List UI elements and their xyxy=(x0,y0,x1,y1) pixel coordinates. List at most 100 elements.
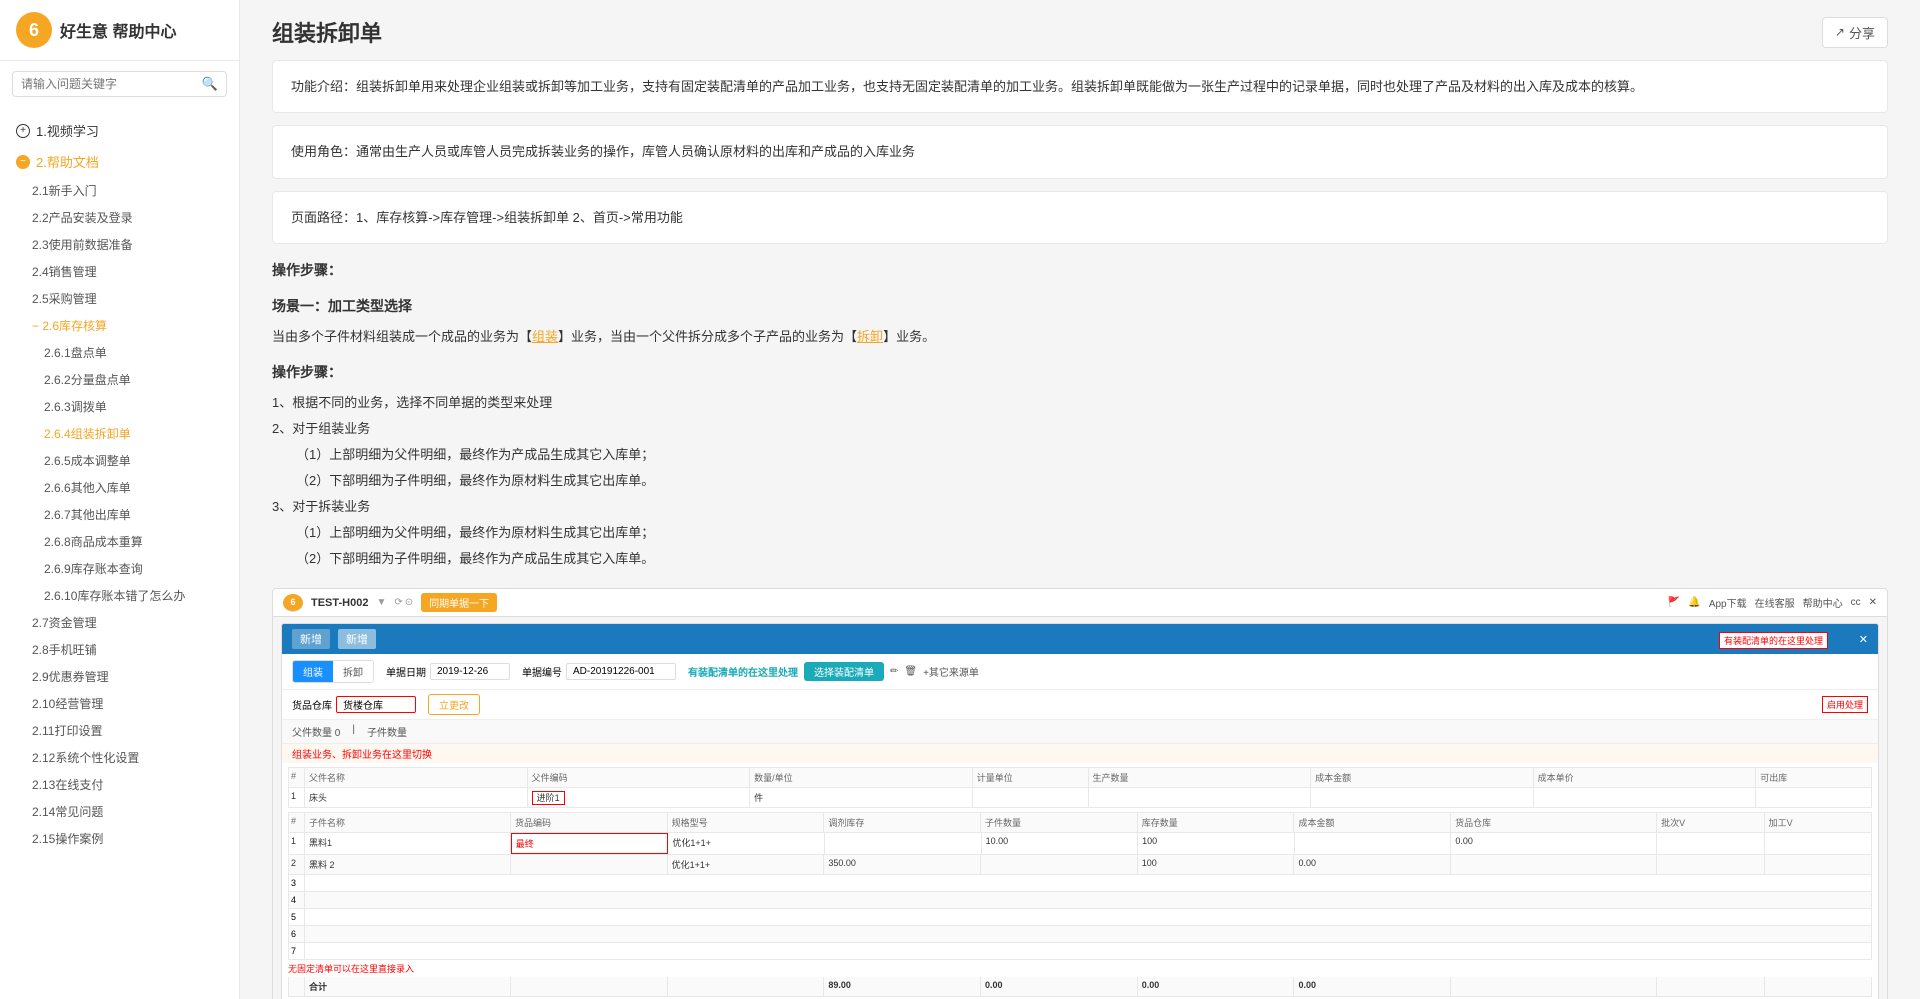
date-label: 单据日期 xyxy=(386,664,426,679)
parent-table-header: # 父件名称 父件编码 数量/单位 计量单位 生产数量 成本金额 成本单价 可出… xyxy=(288,767,1872,788)
sidebar-item-ledger-fix[interactable]: 2.6.10库存账本错了怎么办 xyxy=(0,582,239,609)
app-logo-sm: 6 xyxy=(283,594,303,612)
sidebar-item-payment[interactable]: 2.13在线支付 xyxy=(0,771,239,798)
child-total-row: 合计 89.00 0.00 0.00 0.00 xyxy=(288,977,1872,997)
sidebar-item-transfer[interactable]: 2.6.3调拨单 xyxy=(0,393,239,420)
sidebar-item-stock-ledger[interactable]: 2.6.9库存账本查询 xyxy=(0,555,239,582)
sidebar-item-operations[interactable]: 2.10经营管理 xyxy=(0,690,239,717)
sidebar-item-cost-adjust[interactable]: 2.6.5成本调整单 xyxy=(0,447,239,474)
sidebar-item-stocktake[interactable]: 2.6.1盘点单 xyxy=(0,339,239,366)
sidebar-item-beginner[interactable]: 2.1新手入门 xyxy=(0,177,239,204)
annotation-bom: 有装配清单的在这里处理 xyxy=(1719,632,1828,649)
bell-icon: 🔔 xyxy=(1688,597,1700,608)
new-tab[interactable]: 新增 xyxy=(292,629,330,649)
collapse-icon: − xyxy=(16,155,30,169)
parent-input-highlighted[interactable]: 进阶1 xyxy=(532,791,565,805)
child-row-2: 2 黑料 2 优化1+1+ 350.00 100 0.00 xyxy=(288,855,1872,875)
sidebar-item-finance[interactable]: 2.7资金管理 xyxy=(0,609,239,636)
sidebar-item-assembly[interactable]: 2.6.4组装拆卸单 xyxy=(0,420,239,447)
processing-hint: 有装配清单的在这里处理 xyxy=(688,664,798,679)
sidebar-item-coupon[interactable]: 2.9优惠券管理 xyxy=(0,663,239,690)
date-input[interactable] xyxy=(430,663,510,680)
parent-table-row: 1 床头 进阶1 件 xyxy=(288,788,1872,808)
separator: | xyxy=(352,724,355,739)
sidebar-item-install[interactable]: 2.2产品安装及登录 xyxy=(0,204,239,231)
type-selector: 组装 拆卸 xyxy=(292,660,374,683)
annotation-type-switch: 组装业务、拆卸业务在这里切换 xyxy=(292,750,432,761)
flag-icon: 🚩 xyxy=(1668,597,1680,608)
sidebar-item-cost-recalc[interactable]: 2.6.8商品成本重算 xyxy=(0,528,239,555)
sidebar-item-data-prep[interactable]: 2.3使用前数据准备 xyxy=(0,231,239,258)
form-tab[interactable]: 新增 xyxy=(338,629,376,649)
stats-row: 父件数量 0 | 子件数量 xyxy=(282,720,1878,744)
close-icon-app: ✕ xyxy=(1869,597,1877,608)
close-inner[interactable]: ✕ xyxy=(1859,633,1868,646)
confirm-button[interactable]: 立更改 xyxy=(428,694,480,715)
sidebar-item-mobile[interactable]: 2.8手机旺铺 xyxy=(0,636,239,663)
sidebar-header: 6 好生意 帮助中心 xyxy=(0,0,239,61)
tab-assembly[interactable]: 组装 xyxy=(293,661,333,682)
parent-table: # 父件名称 父件编码 数量/单位 计量单位 生产数量 成本金额 成本单价 可出… xyxy=(288,767,1872,808)
sidebar-item-print[interactable]: 2.11打印设置 xyxy=(0,717,239,744)
refresh-indicator: ⟳ ⊙ xyxy=(394,597,413,608)
sidebar-item-faq[interactable]: 2.14常见问题 xyxy=(0,798,239,825)
sidebar-item-video[interactable]: + 1.视频学习 xyxy=(0,115,239,146)
share-icon: ↗ xyxy=(1835,25,1845,39)
sidebar-item-sales[interactable]: 2.4销售管理 xyxy=(0,258,239,285)
annotation-enable: 启用处理 xyxy=(1822,696,1868,713)
step2-1: （1）上部明细为父件明细，最终作为产成品生成其它入库单； xyxy=(272,442,1888,468)
nav-list: + 1.视频学习 − 2.帮助文档 2.1新手入门 2.2产品安装及登录 2.3… xyxy=(0,107,239,999)
child-row-7: 7 xyxy=(288,943,1872,960)
feature-intro: 功能介绍：组装拆卸单用来处理企业组装或拆卸等加工业务，支持有固定装配清单的产品加… xyxy=(272,60,1888,113)
scene1-title: 场景一：加工类型选择 xyxy=(272,296,1888,316)
main-content: 组装拆卸单 ↗ 分享 功能介绍：组装拆卸单用来处理企业组装或拆卸等加工业务，支持… xyxy=(240,0,1920,999)
warehouse-input[interactable] xyxy=(336,696,416,713)
assembly-link[interactable]: 组装 xyxy=(532,329,558,344)
app-screenshot: 6 TEST-H002 ▼ ⟳ ⊙ 同期单据一下 🚩 🔔 App下载 在线客服 … xyxy=(273,589,1887,999)
company-name: TEST-H002 xyxy=(311,597,368,609)
delete-icon-sm: 🗑 xyxy=(904,666,917,677)
sidebar-item-other-in[interactable]: 2.6.6其他入库单 xyxy=(0,474,239,501)
share-button[interactable]: ↗ 分享 xyxy=(1822,17,1888,48)
docno-field: 单据编号 xyxy=(522,663,676,680)
step3-2: （2）下部明细为子件明细，最终作为产成品生成其它入库单。 xyxy=(272,546,1888,572)
app-top-bar: 6 TEST-H002 ▼ ⟳ ⊙ 同期单据一下 🚩 🔔 App下载 在线客服 … xyxy=(273,589,1887,617)
sidebar-item-cases[interactable]: 2.15操作案例 xyxy=(0,825,239,852)
sidebar: 6 好生意 帮助中心 🔍 + 1.视频学习 − 2.帮助文档 2.1新手入门 2… xyxy=(0,0,240,999)
inner-dialog: 新增 新增 ✕ 组装 拆卸 xyxy=(281,623,1879,999)
sidebar-item-other-out[interactable]: 2.6.7其他出库单 xyxy=(0,501,239,528)
sidebar-item-split-stocktake[interactable]: 2.6.2分量盘点单 xyxy=(0,366,239,393)
tab-disassembly[interactable]: 拆卸 xyxy=(333,661,373,682)
date-field: 单据日期 xyxy=(386,663,510,680)
steps-label: 操作步骤： xyxy=(272,362,1888,382)
search-icon[interactable]: 🔍 xyxy=(202,76,218,92)
docno-label: 单据编号 xyxy=(522,664,562,679)
step3-1: （1）上部明细为父件明细，最终作为原材料生成其它出库单； xyxy=(272,520,1888,546)
main-header: 组装拆卸单 ↗ 分享 xyxy=(240,0,1920,60)
step2: 2、对于组装业务 xyxy=(272,416,1888,442)
top-bar-icons: 🚩 🔔 App下载 在线客服 帮助中心 cc ✕ xyxy=(1668,595,1877,610)
child-row-1: 1 黑料1 最终 优化1+1+ 10.00 100 0.00 xyxy=(288,833,1872,855)
docno-input[interactable] xyxy=(566,663,676,680)
select-bom-button[interactable]: 选择装配清单 xyxy=(804,662,884,681)
search-box[interactable]: 🔍 xyxy=(12,71,227,97)
sidebar-item-inventory[interactable]: − 2.6库存核算 xyxy=(0,312,239,339)
sidebar-item-help-docs[interactable]: − 2.帮助文档 xyxy=(0,146,239,177)
edit-icon-sm: ✏ xyxy=(890,666,898,677)
search-input[interactable] xyxy=(21,77,202,91)
form-row-2: 货品仓库 立更改 启用处理 xyxy=(282,690,1878,720)
confirm-area: 立更改 xyxy=(428,694,480,715)
type-tabs[interactable]: 组装 拆卸 xyxy=(292,660,374,683)
period-doc-button[interactable]: 同期单据一下 xyxy=(421,593,497,612)
content-area: 功能介绍：组装拆卸单用来处理企业组装或拆卸等加工业务，支持有固定装配清单的产品加… xyxy=(240,60,1920,999)
sidebar-item-customize[interactable]: 2.12系统个性化设置 xyxy=(0,744,239,771)
child-row-5: 5 xyxy=(288,909,1872,926)
child-row-3: 3 xyxy=(288,875,1872,892)
path-intro: 页面路径：1、库存核算->库存管理->组装拆卸单 2、首页->常用功能 xyxy=(272,191,1888,244)
disassembly-link[interactable]: 拆卸 xyxy=(857,329,883,344)
role-intro: 使用角色：通常由生产人员或库管人员完成拆装业务的操作，库管人员确认原材料的出库和… xyxy=(272,125,1888,178)
parent-count: 父件数量 0 xyxy=(292,724,340,739)
sidebar-item-purchase[interactable]: 2.5采购管理 xyxy=(0,285,239,312)
child-row-4: 4 xyxy=(288,892,1872,909)
step1: 1、根据不同的业务，选择不同单据的类型来处理 xyxy=(272,390,1888,416)
